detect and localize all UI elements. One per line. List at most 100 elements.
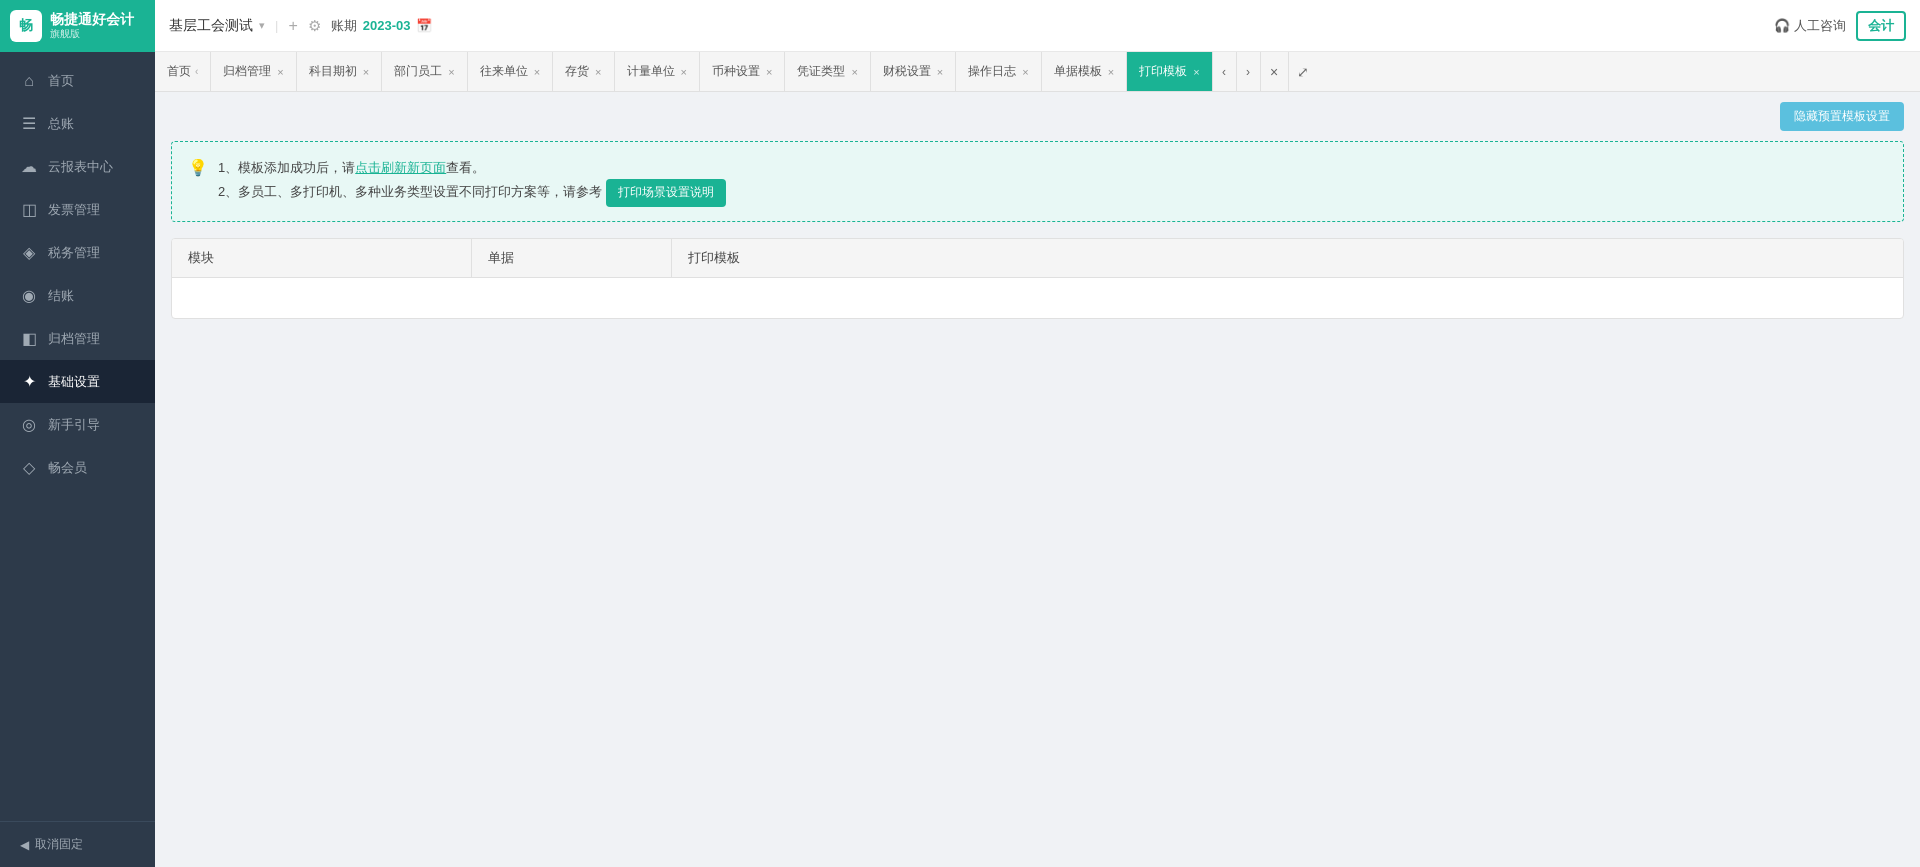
logo-name: 畅捷通好会计 bbox=[50, 11, 134, 28]
tab-prev-btn[interactable]: ‹ bbox=[1213, 52, 1237, 91]
sidebar-menu: ⌂ 首页 ☰ 总账 ☁ 云报表中心 ◫ 发票管理 ◈ 税务管理 ◉ 结账 ◧ 归… bbox=[0, 52, 155, 821]
tab-voucher-type-close[interactable]: × bbox=[851, 66, 857, 78]
tab-currency-label: 币种设置 bbox=[712, 63, 760, 80]
add-icon[interactable]: + bbox=[288, 17, 297, 35]
sidebar-label-tax: 税务管理 bbox=[48, 244, 100, 262]
period-label: 账期 bbox=[331, 17, 357, 35]
sidebar-label-ledger: 总账 bbox=[48, 115, 74, 133]
sidebar-item-checkout[interactable]: ◉ 结账 bbox=[0, 274, 155, 317]
col-module-header: 模块 bbox=[172, 239, 472, 277]
tab-dept-close[interactable]: × bbox=[448, 66, 454, 78]
tab-stock[interactable]: 存货 × bbox=[553, 52, 614, 91]
tab-archive-close[interactable]: × bbox=[277, 66, 283, 78]
sidebar-item-archive[interactable]: ◧ 归档管理 bbox=[0, 317, 155, 360]
calendar-icon[interactable]: 📅 bbox=[416, 18, 432, 33]
kuaiji-btn[interactable]: 会计 bbox=[1856, 11, 1906, 41]
tab-subject[interactable]: 科目期初 × bbox=[297, 52, 382, 91]
tab-single-template-close[interactable]: × bbox=[1108, 66, 1114, 78]
tab-tax-settings[interactable]: 财税设置 × bbox=[871, 52, 956, 91]
kuaiji-label: 会计 bbox=[1868, 18, 1894, 33]
sidebar-item-settings[interactable]: ✦ 基础设置 bbox=[0, 360, 155, 403]
info-line1-prefix: 1、模板添加成功后，请 bbox=[218, 160, 355, 175]
tab-single-template[interactable]: 单据模板 × bbox=[1042, 52, 1127, 91]
settings-gear-icon[interactable]: ⚙ bbox=[308, 17, 321, 35]
tab-op-log[interactable]: 操作日志 × bbox=[956, 52, 1041, 91]
topbar-right: 🎧 人工咨询 会计 bbox=[1774, 11, 1906, 41]
tab-single-template-label: 单据模板 bbox=[1054, 63, 1102, 80]
period-value: 2023-03 bbox=[363, 18, 411, 33]
info-line2-prefix: 2、多员工、多打印机、多种业务类型设置不同打印方案等，请参考 bbox=[218, 184, 602, 199]
tab-client-label: 往来单位 bbox=[480, 63, 528, 80]
sidebar-item-invoice[interactable]: ◫ 发票管理 bbox=[0, 188, 155, 231]
tab-voucher-type[interactable]: 凭证类型 × bbox=[785, 52, 870, 91]
unpin-label: 取消固定 bbox=[35, 836, 83, 853]
tab-currency-close[interactable]: × bbox=[766, 66, 772, 78]
tab-tax-settings-label: 财税设置 bbox=[883, 63, 931, 80]
sidebar-item-ledger[interactable]: ☰ 总账 bbox=[0, 102, 155, 145]
col-order-header: 单据 bbox=[472, 239, 672, 277]
tab-print-template-label: 打印模板 bbox=[1139, 63, 1187, 80]
info-refresh-link[interactable]: 点击刷新新页面 bbox=[355, 160, 446, 175]
tab-home[interactable]: 首页 ‹ bbox=[155, 52, 211, 91]
info-box: 💡 1、模板添加成功后，请点击刷新新页面查看。 2、多员工、多打印机、多种业务类… bbox=[171, 141, 1904, 222]
print-scene-btn[interactable]: 打印场景设置说明 bbox=[606, 179, 726, 207]
col-template-header: 打印模板 bbox=[672, 239, 1903, 277]
tab-dept[interactable]: 部门员工 × bbox=[382, 52, 467, 91]
tab-expand-btn[interactable]: ⤢ bbox=[1289, 52, 1317, 91]
sidebar-label-member: 畅会员 bbox=[48, 459, 87, 477]
sidebar-item-member[interactable]: ◇ 畅会员 bbox=[0, 446, 155, 489]
cloud-icon: ☁ bbox=[20, 157, 38, 176]
tab-currency[interactable]: 币种设置 × bbox=[700, 52, 785, 91]
sidebar-item-home[interactable]: ⌂ 首页 bbox=[0, 60, 155, 102]
sidebar-unpin[interactable]: ◀ 取消固定 bbox=[0, 821, 155, 867]
tab-subject-close[interactable]: × bbox=[363, 66, 369, 78]
tab-unit[interactable]: 计量单位 × bbox=[615, 52, 700, 91]
sidebar-label-settings: 基础设置 bbox=[48, 373, 100, 391]
member-icon: ◇ bbox=[20, 458, 38, 477]
tab-unit-close[interactable]: × bbox=[681, 66, 687, 78]
sidebar-item-cloud-report[interactable]: ☁ 云报表中心 bbox=[0, 145, 155, 188]
sidebar-item-tax[interactable]: ◈ 税务管理 bbox=[0, 231, 155, 274]
tab-client[interactable]: 往来单位 × bbox=[468, 52, 553, 91]
topbar-divider-1: | bbox=[275, 18, 278, 33]
tab-stock-close[interactable]: × bbox=[595, 66, 601, 78]
table-header: 模块 单据 打印模板 bbox=[172, 239, 1903, 278]
tabbar: 首页 ‹ 归档管理 × 科目期初 × 部门员工 × 往来单位 × 存货 × 计量… bbox=[155, 52, 1920, 92]
info-line1: 1、模板添加成功后，请点击刷新新页面查看。 bbox=[218, 156, 726, 179]
hide-template-btn[interactable]: 隐藏预置模板设置 bbox=[1780, 102, 1904, 131]
sidebar-item-guide[interactable]: ◎ 新手引导 bbox=[0, 403, 155, 446]
tab-next-btn[interactable]: › bbox=[1237, 52, 1261, 91]
tab-op-log-close[interactable]: × bbox=[1022, 66, 1028, 78]
bulb-icon: 💡 bbox=[188, 158, 208, 177]
tab-print-template-close[interactable]: × bbox=[1193, 66, 1199, 78]
tab-print-template[interactable]: 打印模板 × bbox=[1127, 52, 1212, 91]
sidebar-label-checkout: 结账 bbox=[48, 287, 74, 305]
tax-icon: ◈ bbox=[20, 243, 38, 262]
tab-client-close[interactable]: × bbox=[534, 66, 540, 78]
info-text: 1、模板添加成功后，请点击刷新新页面查看。 2、多员工、多打印机、多种业务类型设… bbox=[218, 156, 726, 207]
tab-dept-label: 部门员工 bbox=[394, 63, 442, 80]
checkout-icon: ◉ bbox=[20, 286, 38, 305]
invoice-icon: ◫ bbox=[20, 200, 38, 219]
logo-sub: 旗舰版 bbox=[50, 27, 134, 41]
company-dropdown-icon: ▾ bbox=[259, 19, 265, 32]
tab-close-all-btn[interactable]: × bbox=[1261, 52, 1289, 91]
support-label: 人工咨询 bbox=[1794, 17, 1846, 35]
tab-voucher-type-label: 凭证类型 bbox=[797, 63, 845, 80]
period-display: 账期 2023-03 📅 bbox=[331, 17, 433, 35]
table-body bbox=[172, 278, 1903, 318]
tab-home-label: 首页 bbox=[167, 63, 191, 80]
logo-icon: 畅 bbox=[10, 10, 42, 42]
tab-tax-settings-close[interactable]: × bbox=[937, 66, 943, 78]
sidebar-label-home: 首页 bbox=[48, 72, 74, 90]
support-btn[interactable]: 🎧 人工咨询 bbox=[1774, 17, 1846, 35]
headset-icon: 🎧 bbox=[1774, 18, 1790, 33]
info-line1-suffix: 查看。 bbox=[446, 160, 485, 175]
ledger-icon: ☰ bbox=[20, 114, 38, 133]
data-table: 模块 单据 打印模板 bbox=[171, 238, 1904, 319]
sidebar: 畅 畅捷通好会计 旗舰版 ⌂ 首页 ☰ 总账 ☁ 云报表中心 ◫ 发票管理 ◈ … bbox=[0, 0, 155, 867]
company-selector[interactable]: 基层工会测试 ▾ bbox=[169, 17, 265, 35]
sidebar-label-invoice: 发票管理 bbox=[48, 201, 100, 219]
guide-icon: ◎ bbox=[20, 415, 38, 434]
tab-archive[interactable]: 归档管理 × bbox=[211, 52, 296, 91]
